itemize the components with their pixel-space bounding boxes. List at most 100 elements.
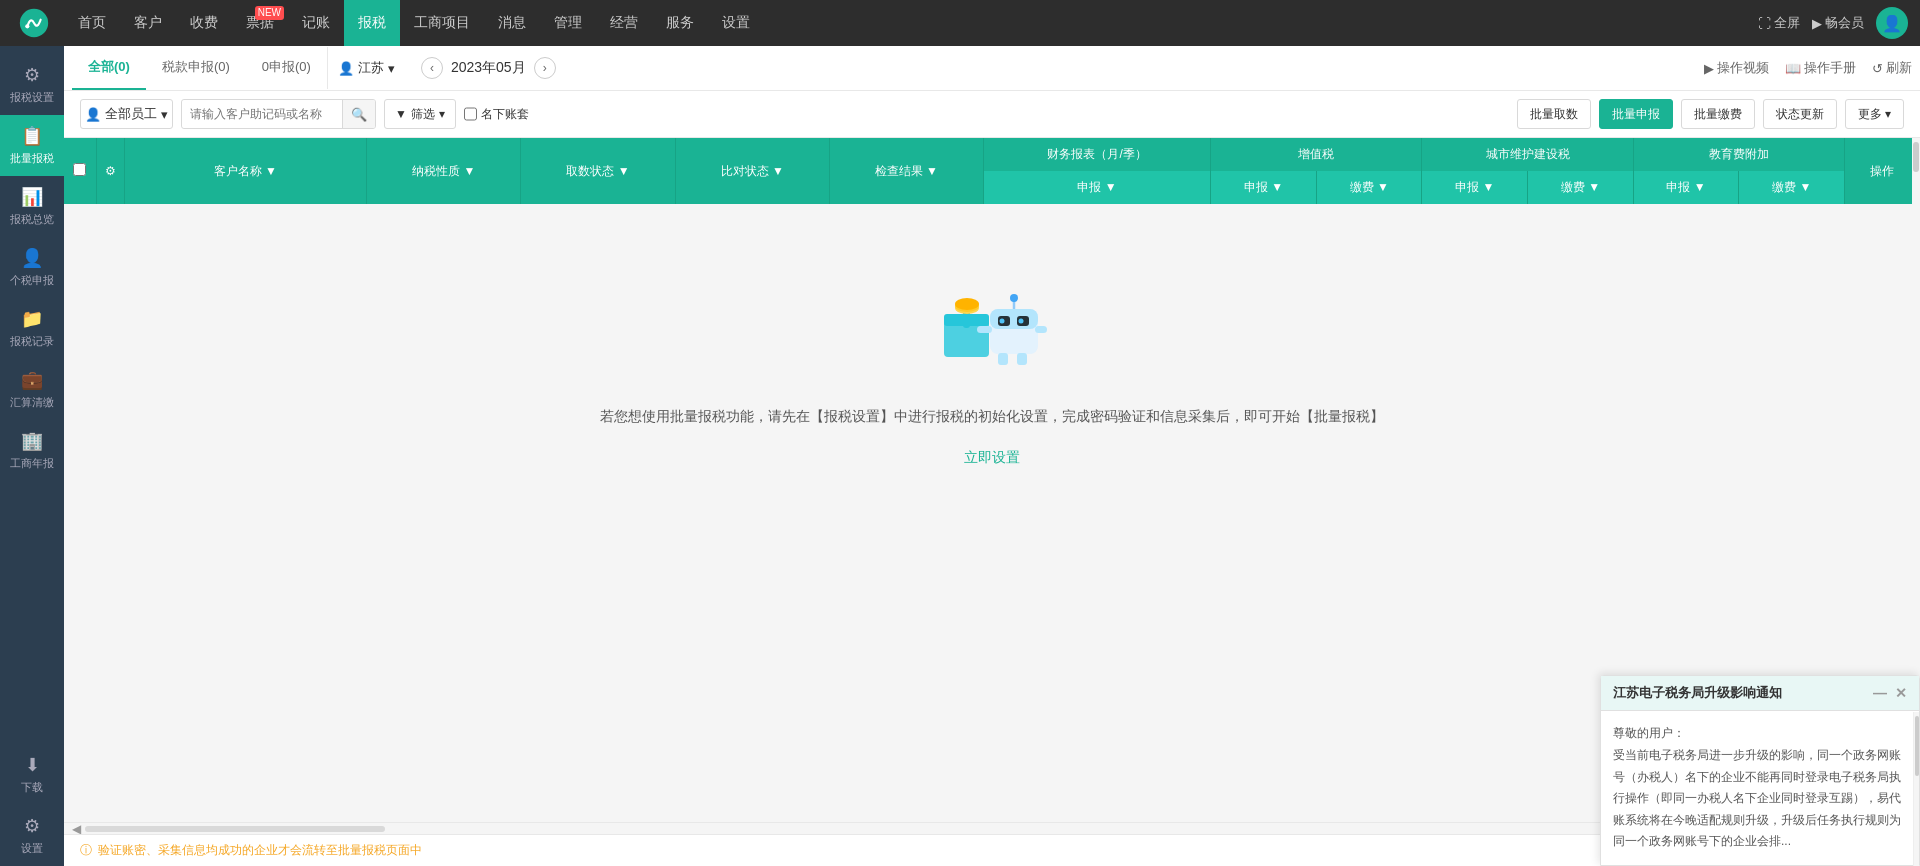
- nav-item-fee[interactable]: 收费: [176, 0, 232, 46]
- col-tax-nature: 纳税性质 ▼: [367, 138, 521, 204]
- filter-icon-compare: ▼: [772, 164, 784, 178]
- sidebar-item-batch-tax[interactable]: 📋 批量报税: [0, 115, 64, 176]
- filter-icon-cd: ▼: [1483, 180, 1495, 194]
- settings-icon: ⚙: [24, 815, 40, 837]
- region-select[interactable]: 👤 江苏 ▾: [327, 47, 405, 89]
- col-city-tax: 城市维护建设税: [1422, 138, 1633, 171]
- nav-item-business[interactable]: 工商项目: [400, 0, 484, 46]
- sidebar-bottom: ⬇ 下载 ⚙ 设置: [0, 744, 64, 866]
- tabs-row: 全部(0) 税款申报(0) 0申报(0) 👤 江苏 ▾ ‹ 2023年05月 ›…: [64, 46, 1920, 91]
- col-check-result: 检查结果 ▼: [829, 138, 983, 204]
- search-icon: 🔍: [351, 107, 367, 122]
- sidebar-item-personal-tax[interactable]: 👤 个税申报: [0, 237, 64, 298]
- avatar[interactable]: 👤: [1876, 7, 1908, 39]
- sidebar-item-annual-report[interactable]: 🏢 工商年报: [0, 420, 64, 481]
- top-nav-right: ⛶ 全屏 ▶ 畅会员 👤: [1758, 7, 1908, 39]
- col-compare-status: 比对状态 ▼: [675, 138, 829, 204]
- search-input[interactable]: [182, 100, 342, 128]
- current-date: 2023年05月: [451, 59, 526, 77]
- next-month-btn[interactable]: ›: [534, 57, 556, 79]
- nav-item-service[interactable]: 服务: [652, 0, 708, 46]
- col-vat: 增值税: [1211, 138, 1422, 171]
- filter-icon-ep: ▼: [1799, 180, 1811, 194]
- notification-minimize-btn[interactable]: —: [1873, 685, 1887, 701]
- notification-close-btn[interactable]: ✕: [1895, 685, 1907, 701]
- filter-button[interactable]: ▼ 筛选 ▾: [384, 99, 456, 129]
- settings-col-icon[interactable]: ⚙: [105, 164, 116, 178]
- notif-scrollbar[interactable]: [1913, 712, 1919, 866]
- prev-month-btn[interactable]: ‹: [421, 57, 443, 79]
- nav-item-settings[interactable]: 设置: [708, 0, 764, 46]
- more-btn[interactable]: 更多 ▾: [1845, 99, 1904, 129]
- notification-text: 尊敬的用户： 受当前电子税务局进一步升级的影响，同一个政务网账号（办税人）名下的…: [1613, 723, 1907, 853]
- nav-item-accounting[interactable]: 记账: [288, 0, 344, 46]
- sidebar-item-download[interactable]: ⬇ 下载: [0, 744, 64, 805]
- refresh-btn[interactable]: ↺ 刷新: [1872, 59, 1912, 77]
- svg-rect-18: [998, 353, 1008, 365]
- setup-link[interactable]: 立即设置: [964, 449, 1020, 467]
- filter-icon-fd: ▼: [1105, 180, 1117, 194]
- svg-point-1: [25, 24, 29, 28]
- col-vat-declare: 申报 ▼: [1211, 171, 1317, 204]
- more-chevron-icon: ▾: [1885, 107, 1891, 121]
- svg-point-15: [1010, 294, 1018, 302]
- operation-manual-btn[interactable]: 📖 操作手册: [1785, 59, 1856, 77]
- h-scroll-thumb[interactable]: [85, 826, 385, 832]
- fullscreen-btn[interactable]: ⛶ 全屏: [1758, 14, 1800, 32]
- tax-settings-icon: ⚙: [24, 64, 40, 86]
- v-scroll-thumb[interactable]: [1913, 142, 1919, 172]
- annual-report-icon: 🏢: [21, 430, 43, 452]
- nav-item-tax[interactable]: 报税: [344, 0, 400, 46]
- nav-item-manage[interactable]: 管理: [540, 0, 596, 46]
- bottom-bar-text: 验证账密、采集信息均成功的企业才会流转至批量报税页面中: [98, 842, 422, 859]
- notification-header-actions: — ✕: [1873, 685, 1907, 701]
- tax-record-icon: 📁: [21, 308, 43, 330]
- vip-btn[interactable]: ▶ 畅会员: [1812, 14, 1864, 32]
- search-button[interactable]: 🔍: [342, 100, 375, 128]
- col-customer-name: 客户名称 ▼: [124, 138, 367, 204]
- notif-scroll-thumb[interactable]: [1915, 716, 1919, 776]
- new-badge: NEW: [255, 6, 284, 20]
- nav-item-customer[interactable]: 客户: [120, 0, 176, 46]
- employee-select[interactable]: 👤 全部员工 ▾: [80, 99, 173, 129]
- col-finance-declare: 申报 ▼: [983, 171, 1210, 204]
- batch-fetch-btn[interactable]: 批量取数: [1517, 99, 1591, 129]
- status-update-btn[interactable]: 状态更新: [1763, 99, 1837, 129]
- download-icon: ⬇: [25, 754, 40, 776]
- tab-zero-declare[interactable]: 0申报(0): [246, 46, 327, 90]
- tab-actions: ▶ 操作视频 📖 操作手册 ↺ 刷新: [1704, 59, 1912, 77]
- filter-chevron-icon: ▾: [439, 107, 445, 121]
- filter-icon-cp: ▼: [1588, 180, 1600, 194]
- filter-icon-customer: ▼: [265, 164, 277, 178]
- main-table: ⚙ 客户名称 ▼ 纳税性质 ▼ 取数状态 ▼ 比对状态 ▼: [64, 138, 1920, 527]
- filter-icon-nature: ▼: [464, 164, 476, 178]
- batch-pay-btn[interactable]: 批量缴费: [1681, 99, 1755, 129]
- sidebar-item-tax-record[interactable]: 📁 报税记录: [0, 298, 64, 359]
- sidebar-item-tax-settings[interactable]: ⚙ 报税设置: [0, 54, 64, 115]
- tab-tax-declare[interactable]: 税款申报(0): [146, 46, 246, 90]
- notification-header: 江苏电子税务局升级影响通知 — ✕: [1601, 676, 1919, 711]
- sidebar: ⚙ 报税设置 📋 批量报税 📊 报税总览 👤 个税申报 📁 报税记录 💼 汇算清…: [0, 46, 64, 866]
- tab-all[interactable]: 全部(0): [72, 46, 146, 90]
- nav-item-operation[interactable]: 经营: [596, 0, 652, 46]
- sidebar-item-settlement[interactable]: 💼 汇算清缴: [0, 359, 64, 420]
- svg-rect-16: [977, 326, 992, 333]
- col-city-pay: 缴费 ▼: [1528, 171, 1634, 204]
- region-icon: 👤: [338, 61, 354, 76]
- sidebar-item-tax-overview[interactable]: 📊 报税总览: [0, 176, 64, 237]
- batch-declare-btn[interactable]: 批量申报: [1599, 99, 1673, 129]
- svg-point-12: [999, 319, 1004, 324]
- select-all-checkbox[interactable]: [73, 163, 86, 176]
- col-operation: 操作: [1845, 138, 1920, 204]
- sidebar-item-settings[interactable]: ⚙ 设置: [0, 805, 64, 866]
- col-city-declare: 申报 ▼: [1422, 171, 1528, 204]
- nav-item-home[interactable]: 首页: [64, 0, 120, 46]
- operation-video-btn[interactable]: ▶ 操作视频: [1704, 59, 1769, 77]
- search-wrap: 🔍: [181, 99, 376, 129]
- under-account-checkbox-label[interactable]: 名下账套: [464, 99, 529, 129]
- nav-item-invoice[interactable]: 票据 NEW: [232, 0, 288, 46]
- nav-item-message[interactable]: 消息: [484, 0, 540, 46]
- employee-chevron-icon: ▾: [161, 107, 168, 122]
- under-account-checkbox[interactable]: [464, 99, 477, 129]
- filter-icon: ▼: [395, 107, 407, 121]
